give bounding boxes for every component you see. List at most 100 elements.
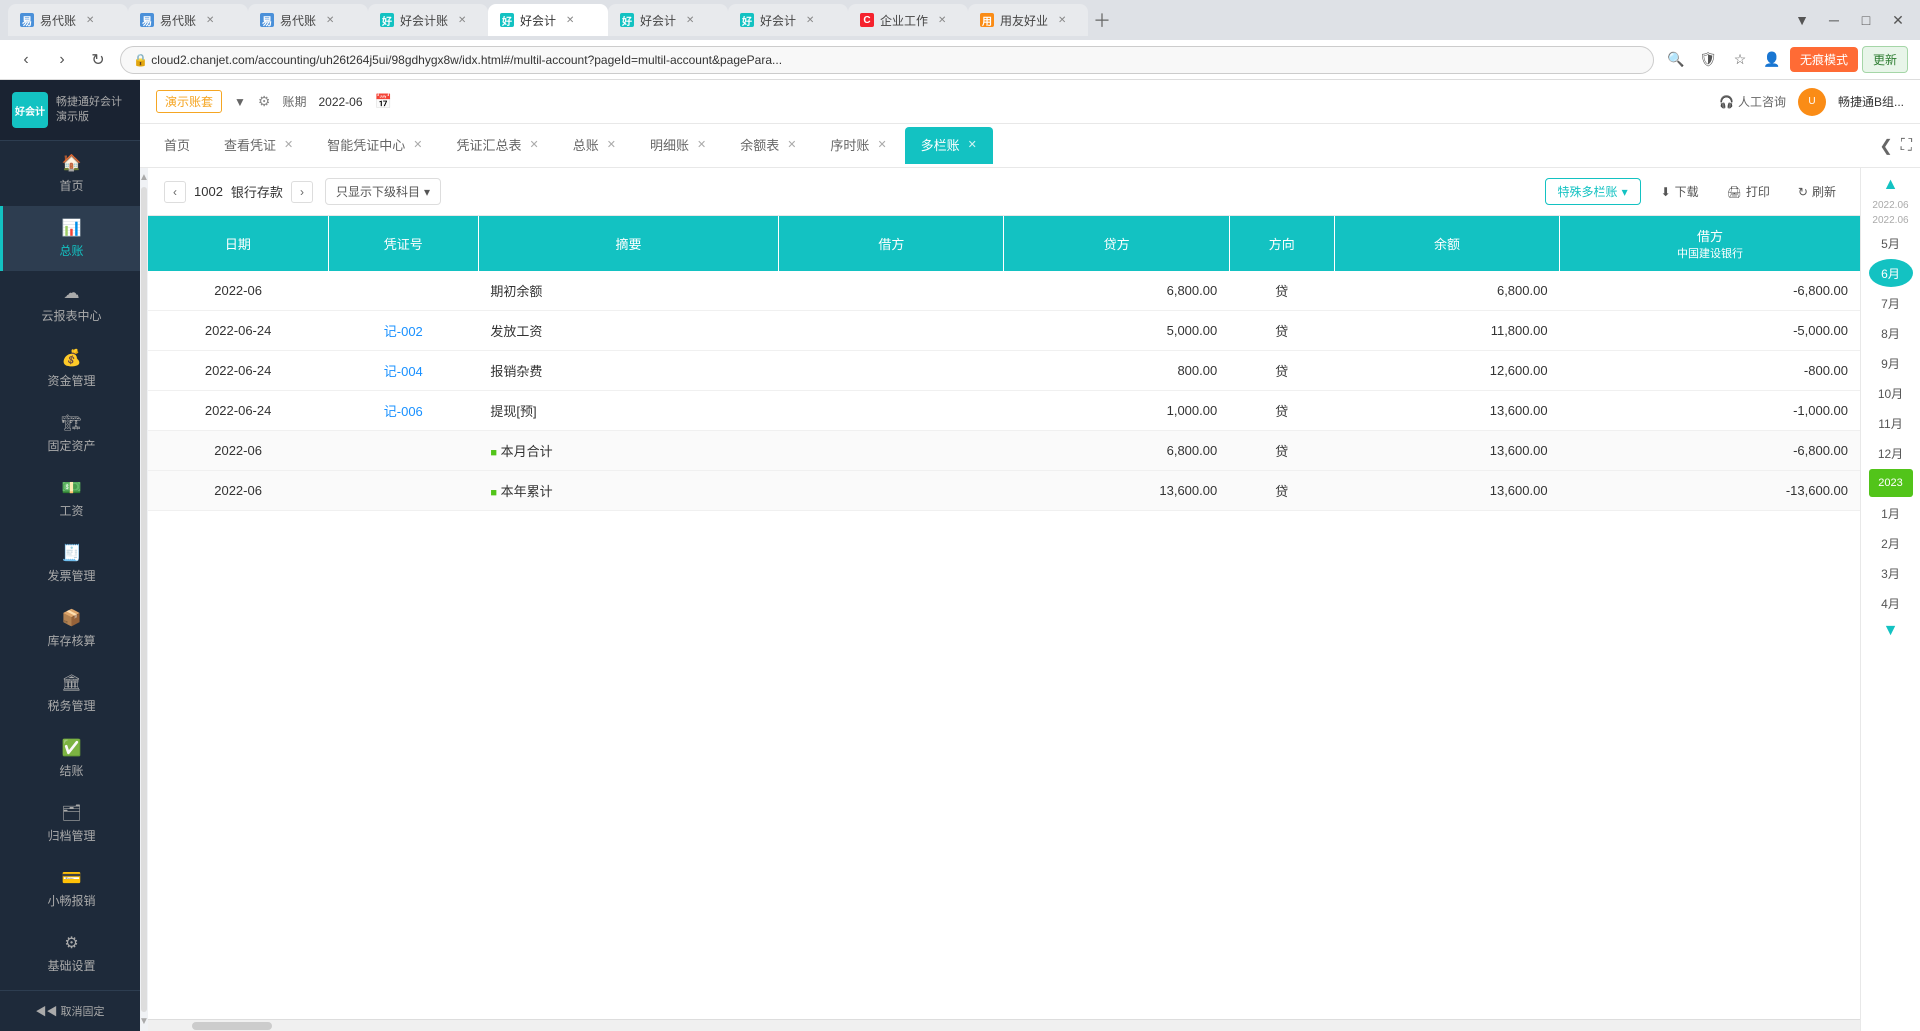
update-button[interactable]: 更新 — [1862, 46, 1908, 73]
sidebar-item-ledger[interactable]: 📊 总账 — [0, 206, 140, 271]
horizontal-scrollbar[interactable] — [148, 1019, 1860, 1031]
download-button[interactable]: ⬇ 下载 — [1653, 179, 1707, 204]
unpin-button[interactable]: ◀◀ 取消固定 — [0, 990, 140, 1031]
close-icon[interactable]: ✕ — [697, 138, 706, 151]
tab-general[interactable]: 总账 ✕ — [557, 127, 632, 164]
url-bar[interactable]: 🔒 cloud2.chanjet.com/accounting/uh26t264… — [120, 46, 1654, 74]
month-aug[interactable]: 8月 — [1869, 319, 1913, 347]
tab-haohuiji-3[interactable]: 好 好会计 ✕ — [608, 4, 728, 36]
prev-account-button[interactable]: ‹ — [164, 181, 186, 203]
month-nov[interactable]: 11月 — [1869, 409, 1913, 437]
month-sep[interactable]: 9月 — [1869, 349, 1913, 377]
month-oct[interactable]: 10月 — [1869, 379, 1913, 407]
tab-list-button[interactable]: ▼ — [1788, 6, 1816, 34]
close-icon[interactable]: ✕ — [787, 138, 796, 151]
month-mar[interactable]: 3月 — [1869, 559, 1913, 587]
scroll-down-button[interactable]: ▼ — [1879, 618, 1903, 644]
minimize-button[interactable]: ─ — [1820, 6, 1848, 34]
tab-haohuiji-4[interactable]: 好 好会计 ✕ — [728, 4, 848, 36]
expand-icon[interactable]: ⛶ — [1901, 137, 1912, 155]
close-icon[interactable]: ✕ — [686, 15, 694, 26]
close-icon[interactable]: ✕ — [806, 15, 814, 26]
voucher-link[interactable]: 记-004 — [384, 364, 423, 379]
sidebar-item-salary[interactable]: 💵 工资 — [0, 466, 140, 531]
sidebar-item-expense[interactable]: 💳 小畅报销 — [0, 856, 140, 921]
new-tab-button[interactable]: ＋ — [1088, 6, 1116, 34]
consult-button[interactable]: 🎧 人工咨询 — [1719, 93, 1786, 110]
h-scrollbar-thumb[interactable] — [192, 1022, 272, 1030]
tab-multi[interactable]: 多栏账 ✕ — [905, 127, 993, 164]
tab-haohuiji-2[interactable]: 好 好会计 ✕ — [488, 4, 608, 36]
tab-haohuiji-1[interactable]: 好 好会计账 ✕ — [368, 4, 488, 36]
close-icon[interactable]: ✕ — [326, 15, 334, 26]
sidebar-item-settings[interactable]: ⚙ 基础设置 — [0, 921, 140, 986]
tab-favicon: 好 — [380, 13, 394, 27]
tab-yizhang-1[interactable]: 易 易代账 ✕ — [8, 4, 128, 36]
back-button[interactable]: ‹ — [12, 46, 40, 74]
profile-icon[interactable]: 👤 — [1758, 46, 1786, 74]
tab-sequence[interactable]: 序时账 ✕ — [814, 127, 902, 164]
sidebar-item-home[interactable]: 🏠 首页 — [0, 141, 140, 206]
tab-balance[interactable]: 余额表 ✕ — [724, 127, 812, 164]
voucher-link[interactable]: 记-006 — [384, 404, 423, 419]
sidebar-item-settle[interactable]: ✅ 结账 — [0, 726, 140, 791]
reload-button[interactable]: ↻ — [84, 46, 112, 74]
forward-button[interactable]: › — [48, 46, 76, 74]
month-jul[interactable]: 7月 — [1869, 289, 1913, 317]
settings-gear[interactable]: ⚙ — [258, 93, 271, 110]
voucher-link[interactable]: 记-002 — [384, 324, 423, 339]
tab-smart[interactable]: 智能凭证中心 ✕ — [311, 127, 438, 164]
search-icon[interactable]: 🔍 — [1662, 46, 1690, 74]
month-may[interactable]: 5月 — [1869, 229, 1913, 257]
close-icon[interactable]: ✕ — [938, 15, 946, 26]
print-button[interactable]: 🖨 打印 — [1719, 179, 1778, 204]
close-icon[interactable]: ✕ — [877, 138, 886, 151]
maximize-button[interactable]: □ — [1852, 6, 1880, 34]
close-icon[interactable]: ✕ — [968, 138, 977, 151]
close-icon[interactable]: ✕ — [458, 15, 466, 26]
tab-qiye[interactable]: C 企业工作 ✕ — [848, 4, 968, 36]
sidebar-item-tax[interactable]: 🏛 税务管理 — [0, 661, 140, 726]
close-icon[interactable]: ✕ — [86, 15, 94, 26]
star-icon[interactable]: ☆ — [1726, 46, 1754, 74]
month-apr[interactable]: 4月 — [1869, 589, 1913, 617]
collapse-left-icon[interactable]: ❮ — [1879, 136, 1892, 156]
tab-voucher[interactable]: 查看凭证 ✕ — [208, 127, 309, 164]
special-ledger-button[interactable]: 特殊多栏账 ▾ — [1545, 178, 1641, 205]
shield-icon[interactable]: 🛡 — [1694, 46, 1722, 74]
refresh-button[interactable]: ↻ 刷新 — [1790, 179, 1844, 204]
tab-detail[interactable]: 明细账 ✕ — [634, 127, 722, 164]
month-jun[interactable]: 6月 — [1869, 259, 1913, 287]
sidebar-item-archive[interactable]: 🗂 归档管理 — [0, 791, 140, 856]
close-icon[interactable]: ✕ — [413, 138, 422, 151]
tab-yonyou[interactable]: 用 用友好业 ✕ — [968, 4, 1088, 36]
filter-dropdown[interactable]: 只显示下级科目 ▾ — [325, 178, 441, 205]
sidebar-item-report[interactable]: ☁ 云报表中心 — [0, 271, 140, 336]
tab-summary[interactable]: 凭证汇总表 ✕ — [440, 127, 554, 164]
wuhen-mode-button[interactable]: 无痕模式 — [1790, 47, 1858, 72]
close-icon[interactable]: ✕ — [206, 15, 214, 26]
next-account-button[interactable]: › — [291, 181, 313, 203]
scrollbar-thumb-v[interactable] — [141, 187, 147, 1012]
calendar-icon[interactable]: 📅 — [375, 93, 392, 110]
cell-debit-ccb: -6,800.00 — [1560, 271, 1860, 311]
month-feb[interactable]: 2月 — [1869, 529, 1913, 557]
scroll-up-button[interactable]: ▲ — [1879, 172, 1903, 198]
tab-yizhang-3[interactable]: 易 易代账 ✕ — [248, 4, 368, 36]
close-icon[interactable]: ✕ — [1058, 15, 1066, 26]
demo-badge[interactable]: 演示账套 — [156, 90, 222, 113]
close-icon[interactable]: ✕ — [607, 138, 616, 151]
sidebar-item-invoice[interactable]: 🧾 发票管理 — [0, 531, 140, 596]
tab-yizhang-2[interactable]: 易 易代账 ✕ — [128, 4, 248, 36]
close-button[interactable]: ✕ — [1884, 6, 1912, 34]
close-icon[interactable]: ✕ — [566, 15, 574, 26]
sidebar-item-assets[interactable]: 🏗 固定资产 — [0, 401, 140, 466]
month-jan[interactable]: 1月 — [1869, 499, 1913, 527]
close-icon[interactable]: ✕ — [530, 138, 539, 151]
month-dec[interactable]: 12月 — [1869, 439, 1913, 467]
close-icon[interactable]: ✕ — [284, 138, 293, 151]
sidebar-item-inventory[interactable]: 📦 库存核算 — [0, 596, 140, 661]
sidebar-item-fund[interactable]: 💰 资金管理 — [0, 336, 140, 401]
tab-home[interactable]: 首页 — [148, 127, 206, 164]
account-dropdown[interactable]: ▼ — [234, 95, 246, 109]
